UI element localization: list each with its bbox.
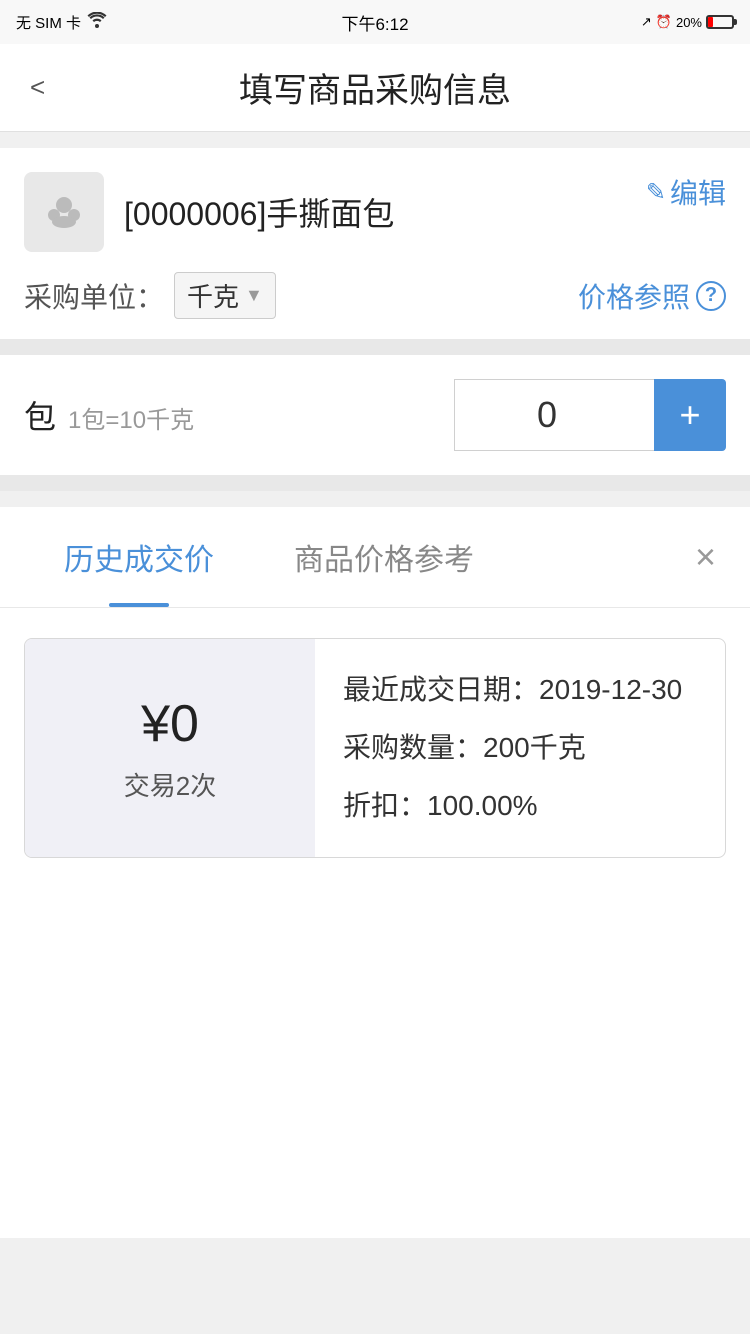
recent-date-value: 2019-12-30 [539,674,682,705]
price-amount: ¥0 [141,694,199,754]
quantity-unit: 包 [24,392,56,438]
quantity-plus-button[interactable]: + [654,379,726,451]
price-detail-date: 最近成交日期：2019-12-30 [343,669,697,711]
status-time: 下午6:12 [341,10,408,35]
quantity-input[interactable] [454,379,654,451]
price-ref-label: 价格参照 [578,276,690,316]
product-unit-row: 采购单位： 千克 ▼ 价格参照 ? [24,272,726,319]
discount-label: 折扣： [343,790,427,821]
carrier-text: 无 SIM 卡 [16,12,81,33]
status-right: ↗ ⏰ 20% [641,14,734,30]
unit-select[interactable]: 千克 ▼ [174,272,276,319]
price-detail-quantity: 采购数量：200千克 [343,727,697,769]
nav-bar: < 填写商品采购信息 [0,44,750,132]
price-left-panel: ¥0 交易2次 [25,639,315,857]
edit-label: 编辑 [670,172,726,212]
edit-button[interactable]: ✎ 编辑 [646,172,726,212]
section-divider [0,339,750,355]
product-thumbnail [24,172,104,252]
price-right-panel: 最近成交日期：2019-12-30 采购数量：200千克 折扣：100.00% [315,639,725,857]
tab-section: 历史成交价 商品价格参考 × ¥0 交易2次 最近成交日期：2019-12-30… [0,507,750,1238]
battery-icon [706,15,734,29]
edit-icon: ✎ [646,178,666,207]
tab-product-price-ref[interactable]: 商品价格参考 [254,507,514,607]
quantity-conversion: 1包=10千克 [68,400,194,435]
tab-history-price[interactable]: 历史成交价 [24,507,254,607]
section-divider-2 [0,475,750,491]
question-icon: ? [696,281,726,311]
price-reference-button[interactable]: 价格参照 ? [578,276,726,316]
tab-product-price-ref-label: 商品价格参考 [294,544,474,577]
battery-percent: 20% [676,15,702,30]
product-name: [0000006]手撕面包 [124,189,394,235]
tab-content: ¥0 交易2次 最近成交日期：2019-12-30 采购数量：200千克 折扣：… [0,638,750,1238]
quantity-row: 包 1包=10千克 + [0,355,750,475]
unit-label: 采购单位： [24,276,164,316]
product-card: [0000006]手撕面包 ✎ 编辑 采购单位： 千克 ▼ 价格参照 ? [0,148,750,339]
discount-value: 100.00% [427,790,538,821]
purchase-quantity-label: 采购数量： [343,732,483,763]
product-left: [0000006]手撕面包 [24,172,394,252]
price-trades: 交易2次 [124,766,216,803]
quantity-input-group: + [454,379,726,451]
recent-date-label: 最近成交日期： [343,674,539,705]
quantity-label-group: 包 1包=10千克 [24,392,194,438]
tab-header: 历史成交价 商品价格参考 × [0,507,750,608]
status-bar: 无 SIM 卡 下午6:12 ↗ ⏰ 20% [0,0,750,44]
unit-value: 千克 [187,277,239,314]
product-header: [0000006]手撕面包 ✎ 编辑 [24,172,726,252]
currency-symbol: ¥ [141,695,170,753]
alarm-icon: ⏰ [656,14,672,30]
tab-close-button[interactable]: × [685,526,726,588]
dropdown-arrow-icon: ▼ [245,285,263,306]
purchase-quantity-value: 200千克 [483,732,586,763]
back-button[interactable]: < [20,62,55,113]
price-card: ¥0 交易2次 最近成交日期：2019-12-30 采购数量：200千克 折扣：… [24,638,726,858]
price-value: 0 [170,695,199,753]
wifi-icon [87,12,107,32]
location-icon: ↗ [641,14,652,30]
tab-history-price-label: 历史成交价 [64,544,214,577]
price-detail-discount: 折扣：100.00% [343,785,697,827]
status-left: 无 SIM 卡 [16,12,107,33]
page-title: 填写商品采购信息 [239,63,511,112]
